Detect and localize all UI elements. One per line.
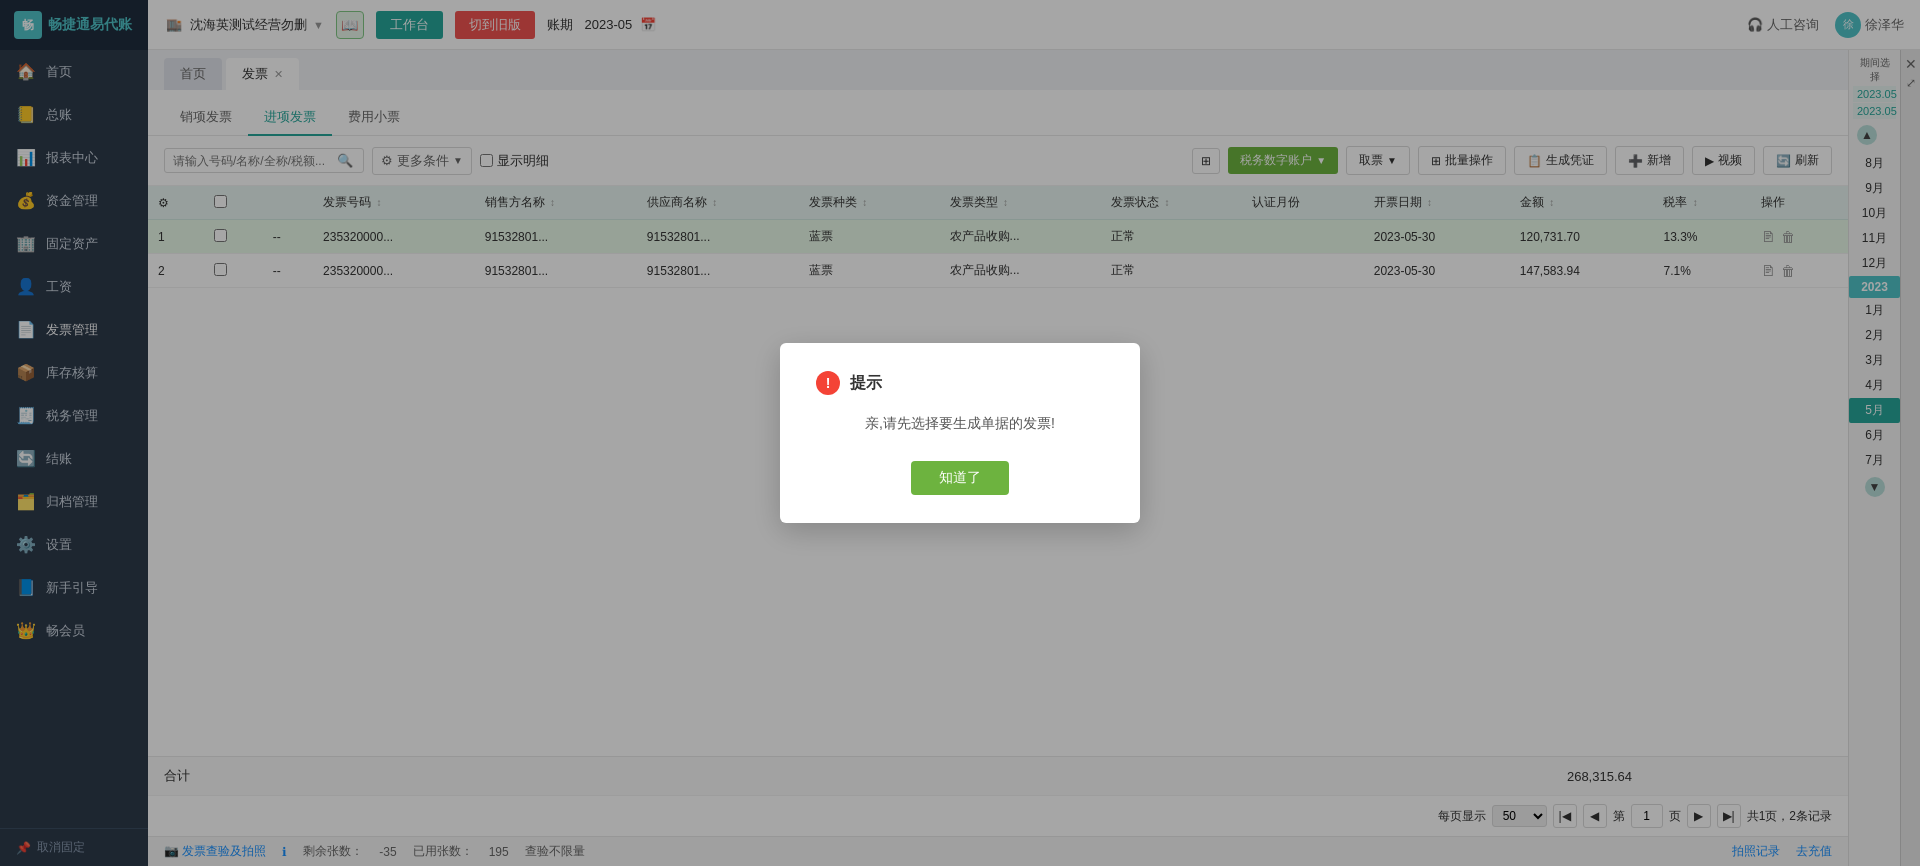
modal-message: 亲,请先选择要生成单据的发票!	[865, 415, 1055, 431]
modal-warning-icon: !	[816, 371, 840, 395]
modal-title-text: 提示	[850, 373, 882, 394]
modal-body: 亲,请先选择要生成单据的发票!	[816, 415, 1104, 433]
modal-footer: 知道了	[816, 461, 1104, 495]
modal-dialog: ! 提示 亲,请先选择要生成单据的发票! 知道了	[780, 343, 1140, 523]
modal-overlay[interactable]: ! 提示 亲,请先选择要生成单据的发票! 知道了	[0, 0, 1920, 866]
modal-ok-btn[interactable]: 知道了	[911, 461, 1009, 495]
modal-title-row: ! 提示	[816, 371, 1104, 395]
